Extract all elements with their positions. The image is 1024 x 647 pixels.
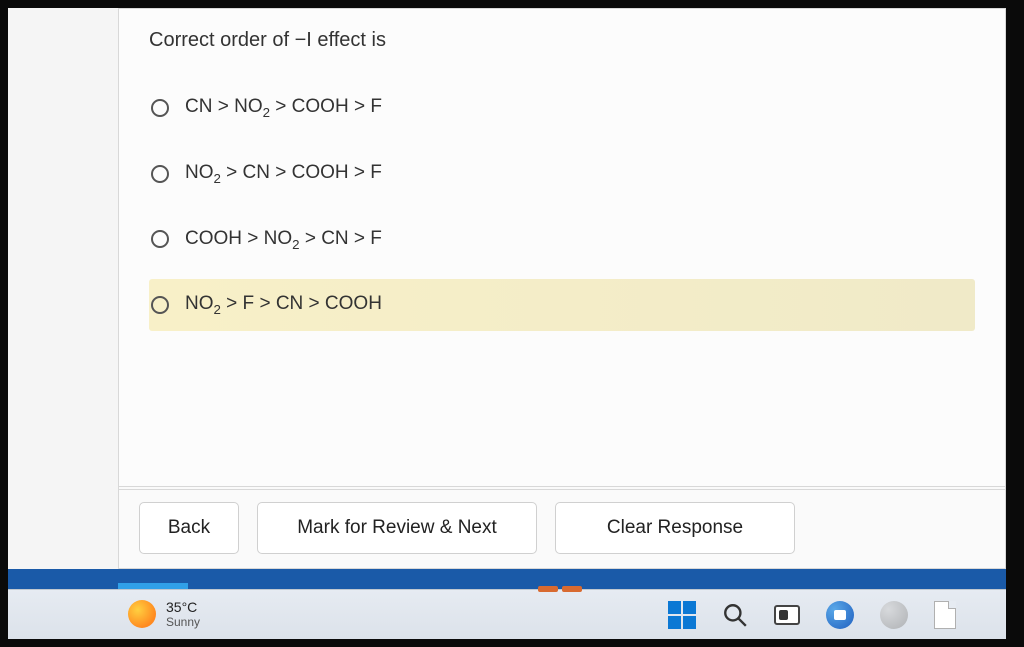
weather-condition: Sunny bbox=[166, 616, 200, 629]
app-icon[interactable] bbox=[880, 601, 908, 629]
button-bar: Back Mark for Review & Next Clear Respon… bbox=[119, 486, 1005, 568]
file-explorer-icon[interactable] bbox=[934, 601, 956, 629]
task-view-icon[interactable] bbox=[774, 605, 800, 625]
option-3[interactable]: COOH > NO2 > CN > F bbox=[149, 214, 975, 266]
option-label: NO2 > CN > COOH > F bbox=[185, 162, 382, 186]
option-label: NO2 > F > CN > COOH bbox=[185, 293, 382, 317]
radio-icon bbox=[151, 296, 169, 314]
option-4[interactable]: NO2 > F > CN > COOH bbox=[149, 279, 975, 331]
back-button[interactable]: Back bbox=[139, 502, 239, 554]
question-text: Correct order of −I effect is bbox=[149, 29, 975, 52]
chat-icon[interactable] bbox=[826, 601, 854, 629]
taskbar: 35°C Sunny bbox=[8, 589, 1006, 639]
quiz-panel: Correct order of −I effect is CN > NO2 >… bbox=[118, 8, 1006, 569]
option-1[interactable]: CN > NO2 > COOH > F bbox=[149, 82, 975, 134]
start-icon[interactable] bbox=[668, 601, 696, 629]
progress-accent bbox=[118, 583, 188, 589]
radio-icon bbox=[151, 165, 169, 183]
option-label: CN > NO2 > COOH > F bbox=[185, 96, 382, 120]
weather-temperature: 35°C bbox=[166, 600, 200, 615]
clear-response-button[interactable]: Clear Response bbox=[555, 502, 795, 554]
radio-icon bbox=[151, 230, 169, 248]
option-label: COOH > NO2 > CN > F bbox=[185, 228, 382, 252]
search-icon[interactable] bbox=[722, 602, 748, 628]
accent-handles bbox=[536, 579, 606, 587]
weather-widget[interactable]: 35°C Sunny bbox=[128, 600, 200, 629]
mark-review-next-button[interactable]: Mark for Review & Next bbox=[257, 502, 537, 554]
radio-icon bbox=[151, 99, 169, 117]
sun-icon bbox=[128, 600, 156, 628]
option-2[interactable]: NO2 > CN > COOH > F bbox=[149, 148, 975, 200]
